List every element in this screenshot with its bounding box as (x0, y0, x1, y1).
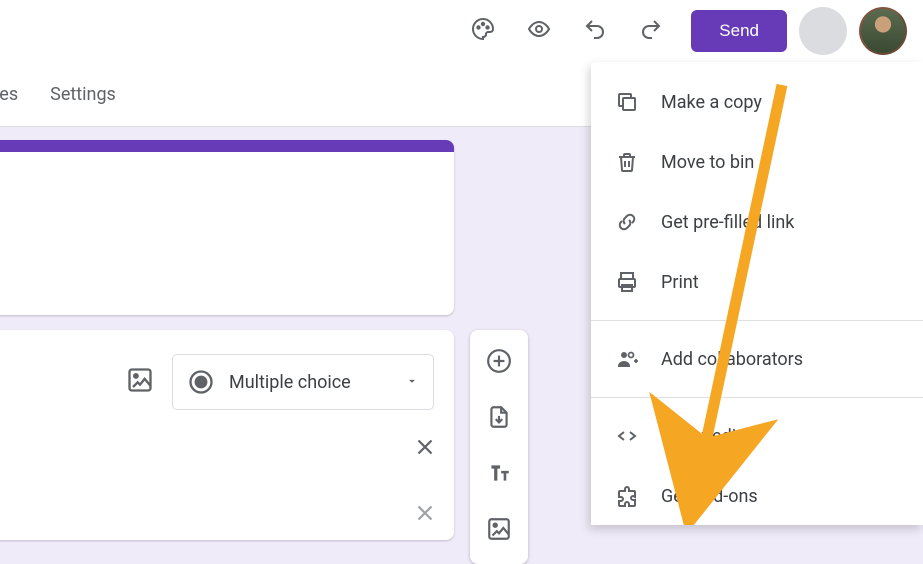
import-questions-button[interactable] (486, 404, 512, 434)
preview-button[interactable] (515, 7, 563, 55)
form-header-card[interactable] (0, 140, 454, 315)
menu-script-editor-label: Script editor (661, 426, 758, 447)
remove-option-button[interactable] (412, 434, 438, 464)
add-people-icon (613, 347, 641, 371)
caret-down-icon (405, 372, 419, 393)
menu-make-copy[interactable]: Make a copy (591, 72, 923, 132)
undo-icon (583, 17, 607, 45)
add-title-button[interactable] (486, 460, 512, 490)
menu-move-to-bin-label: Move to bin (661, 152, 754, 173)
form-accent-bar (0, 140, 454, 152)
question-controls-row: Multiple choice (10, 354, 434, 410)
remove-option-button-2[interactable] (412, 500, 438, 530)
add-question-button[interactable] (486, 348, 512, 378)
menu-get-addons[interactable]: Get add-ons (591, 466, 923, 526)
tab-settings[interactable]: Settings (50, 84, 116, 105)
avatar-image (861, 9, 905, 53)
trash-icon (613, 150, 641, 174)
menu-get-addons-label: Get add-ons (661, 486, 758, 507)
redo-button[interactable] (627, 7, 675, 55)
floating-side-toolbar (470, 330, 528, 564)
more-options-menu: Make a copy Move to bin Get pre-filled l… (591, 62, 923, 525)
extension-icon (613, 484, 641, 508)
question-type-label: Multiple choice (229, 372, 351, 393)
tab-responses[interactable]: ses (0, 84, 18, 105)
menu-make-copy-label: Make a copy (661, 92, 762, 113)
menu-print[interactable]: Print (591, 252, 923, 312)
account-avatar[interactable] (859, 7, 907, 55)
customize-theme-button[interactable] (459, 7, 507, 55)
print-icon (613, 270, 641, 294)
question-type-dropdown[interactable]: Multiple choice (172, 354, 434, 410)
redo-icon (639, 17, 663, 45)
radio-icon (187, 368, 215, 396)
add-image-side-button[interactable] (486, 516, 512, 546)
question-card[interactable]: Multiple choice (0, 330, 454, 540)
menu-divider-2 (591, 397, 923, 398)
palette-icon (471, 17, 495, 45)
menu-script-editor[interactable]: Script editor (591, 406, 923, 466)
eye-icon (527, 17, 551, 45)
menu-add-collaborators[interactable]: Add collaborators (591, 329, 923, 389)
menu-divider (591, 320, 923, 321)
undo-button[interactable] (571, 7, 619, 55)
send-button[interactable]: Send (691, 10, 787, 52)
menu-add-collaborators-label: Add collaborators (661, 349, 803, 370)
top-toolbar: Send (0, 0, 923, 62)
menu-prefilled-link-label: Get pre-filled link (661, 212, 794, 233)
code-icon (613, 424, 641, 448)
link-icon (613, 210, 641, 234)
menu-prefilled-link[interactable]: Get pre-filled link (591, 192, 923, 252)
menu-move-to-bin[interactable]: Move to bin (591, 132, 923, 192)
copy-icon (613, 90, 641, 114)
add-image-button[interactable] (126, 366, 154, 398)
menu-print-label: Print (661, 272, 699, 293)
more-options-button[interactable] (799, 7, 847, 55)
